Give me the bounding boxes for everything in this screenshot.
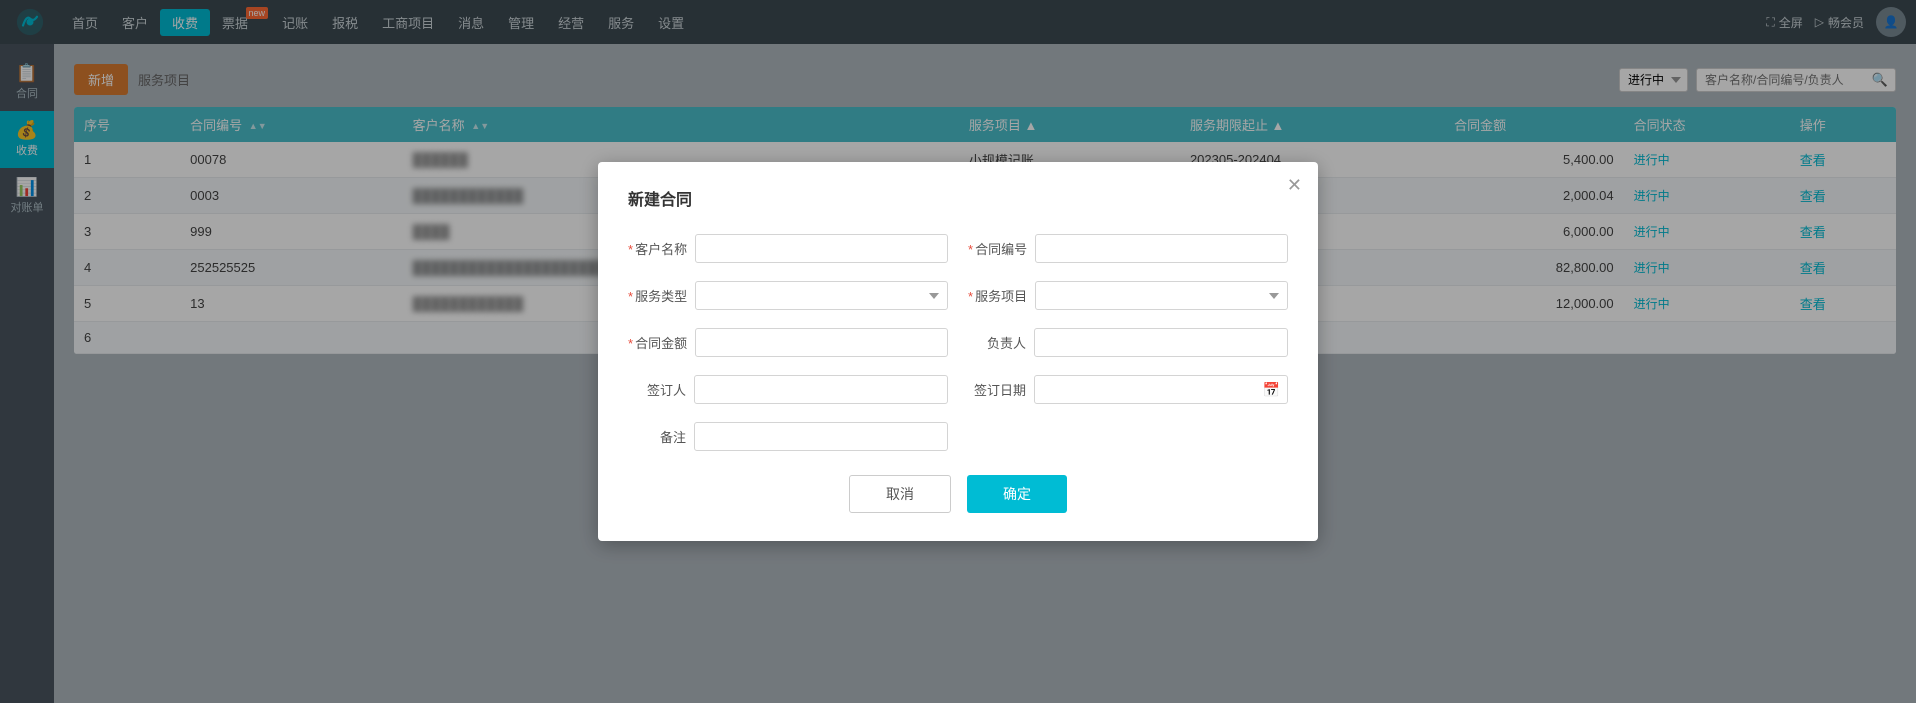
service-type-label: *服务类型 — [628, 286, 687, 305]
modal-overlay[interactable]: 新建合同 ✕ *客户名称 *合同编号 *服务类型 — [0, 0, 1916, 703]
contract-amount-input[interactable]: 0.00 — [695, 328, 948, 357]
sign-date-input[interactable]: 2023-06-06 — [1034, 375, 1288, 404]
confirm-button[interactable]: 确定 — [967, 475, 1067, 513]
sign-date-label: 签订日期 — [968, 380, 1026, 399]
remark-label: 备注 — [628, 427, 686, 446]
form-group-service-type: *服务类型 — [628, 281, 948, 310]
modal-title: 新建合同 — [628, 186, 1288, 210]
responsible-person-label: 负责人 — [968, 333, 1026, 352]
form-group-sign-date: 签订日期 2023-06-06 📅 — [968, 375, 1288, 404]
service-item-select-wrap — [1035, 281, 1288, 310]
customer-name-label: *客户名称 — [628, 239, 687, 258]
sign-date-wrap: 2023-06-06 📅 — [1034, 375, 1288, 404]
cancel-button[interactable]: 取消 — [849, 475, 951, 513]
service-item-label: *服务项目 — [968, 286, 1027, 305]
form-group-responsible: 负责人 — [968, 328, 1288, 357]
form-row-3: *合同金额 0.00 负责人 — [628, 328, 1288, 357]
form-row-4: 签订人 签订日期 2023-06-06 📅 — [628, 375, 1288, 404]
service-type-select[interactable] — [695, 281, 948, 310]
form-group-amount: *合同金额 0.00 — [628, 328, 948, 357]
remark-input[interactable] — [694, 422, 948, 451]
signer-label: 签订人 — [628, 380, 686, 399]
service-item-select[interactable] — [1035, 281, 1288, 310]
modal-close-button[interactable]: ✕ — [1287, 176, 1302, 194]
modal-footer: 取消 确定 — [628, 475, 1288, 513]
form-row-2: *服务类型 *服务项目 — [628, 281, 1288, 310]
form-group-customer: *客户名称 — [628, 234, 948, 263]
form-group-remark: 备注 — [628, 422, 948, 451]
form-group-service-item: *服务项目 — [968, 281, 1288, 310]
contract-no-input[interactable] — [1035, 234, 1288, 263]
contract-no-label: *合同编号 — [968, 239, 1027, 258]
form-group-contract-no: *合同编号 — [968, 234, 1288, 263]
customer-name-input[interactable] — [695, 234, 948, 263]
form-row-5: 备注 — [628, 422, 1288, 451]
contract-amount-label: *合同金额 — [628, 333, 687, 352]
service-type-select-wrap — [695, 281, 948, 310]
form-row-1: *客户名称 *合同编号 — [628, 234, 1288, 263]
responsible-person-input[interactable] — [1034, 328, 1288, 357]
new-contract-modal: 新建合同 ✕ *客户名称 *合同编号 *服务类型 — [598, 162, 1318, 541]
signer-input[interactable] — [694, 375, 948, 404]
form-group-signer: 签订人 — [628, 375, 948, 404]
calendar-icon[interactable]: 📅 — [1263, 381, 1280, 398]
